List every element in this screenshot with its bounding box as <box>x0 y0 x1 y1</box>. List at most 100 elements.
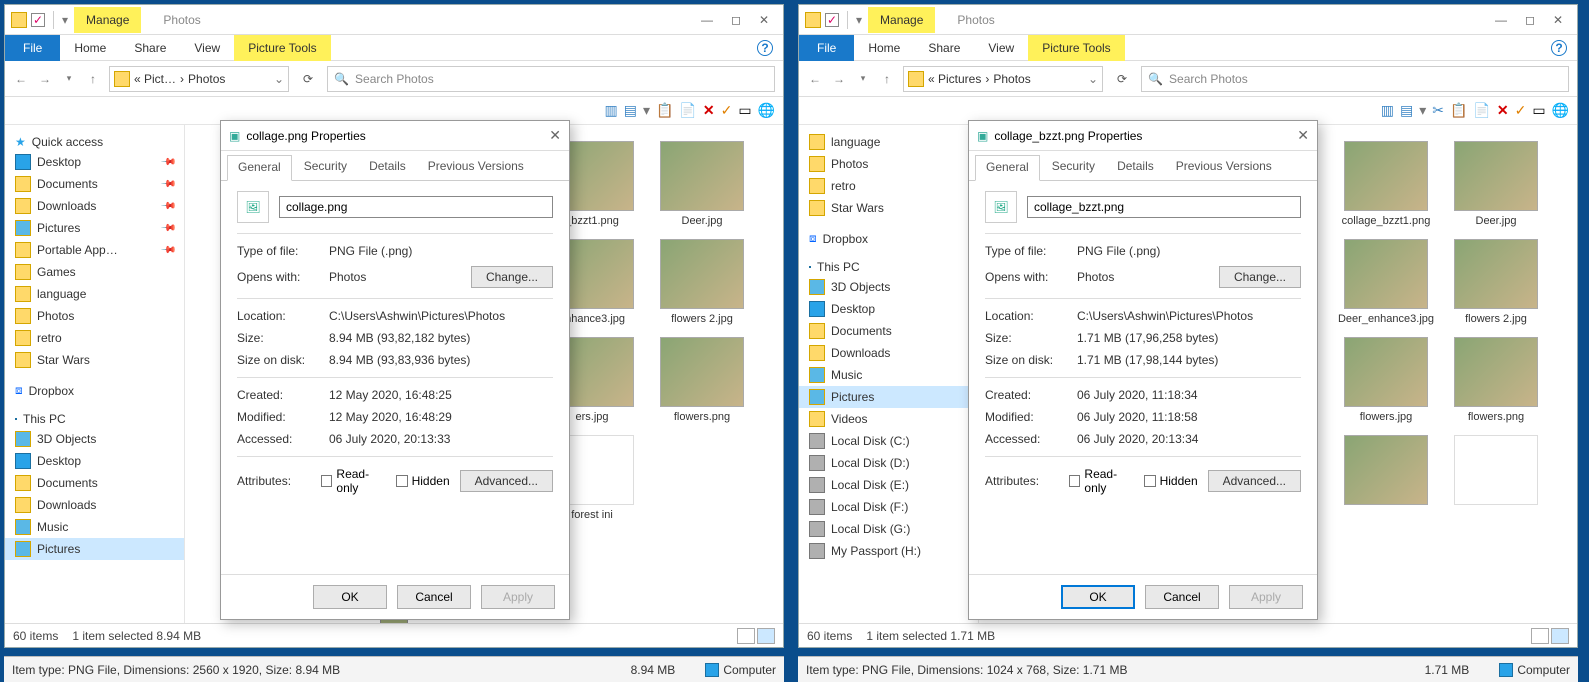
cut-icon[interactable]: ✂ <box>1432 102 1444 119</box>
breadcrumb[interactable]: « Pict… › Photos ⌄ <box>109 66 289 92</box>
tab-security[interactable]: Security <box>1042 155 1105 180</box>
sidebar-item-3dobjects[interactable]: 3D Objects <box>799 276 978 298</box>
dialog-title-bar[interactable]: ▣ collage_bzzt.png Properties ✕ <box>969 121 1317 151</box>
sidebar-item-desktop[interactable]: Desktop📌 <box>5 151 184 173</box>
sidebar-item-pictures[interactable]: Pictures <box>799 386 978 408</box>
sidebar-item-pc-documents[interactable]: Documents <box>5 472 184 494</box>
copy-icon[interactable]: 📋 <box>1450 102 1467 119</box>
qat-properties-icon[interactable]: ✓ <box>31 13 45 27</box>
file-tile[interactable]: flowers 2.jpg <box>653 239 751 325</box>
sidebar-item-music[interactable]: Music <box>799 364 978 386</box>
file-tile[interactable]: Deer.jpg <box>1447 141 1545 227</box>
cancel-button[interactable]: Cancel <box>1145 585 1219 609</box>
view-details-icon[interactable] <box>1531 628 1549 644</box>
refresh-icon[interactable]: ⟳ <box>297 72 319 86</box>
view-dropdown-icon[interactable]: ▾ <box>1419 102 1426 119</box>
ribbon-view[interactable]: View <box>180 35 234 61</box>
rename-icon[interactable]: ▭ <box>738 102 751 119</box>
ribbon-picture-tools[interactable]: Picture Tools <box>234 35 330 61</box>
check-icon[interactable]: ✓ <box>721 102 733 119</box>
navigation-tree[interactable]: ★Quick access Desktop📌 Documents📌 Downlo… <box>5 125 185 623</box>
sidebar-item-retro[interactable]: retro <box>799 175 978 197</box>
file-tile[interactable] <box>1447 435 1545 509</box>
sidebar-item-pc-music[interactable]: Music <box>5 516 184 538</box>
view-thumbs-icon[interactable] <box>757 628 775 644</box>
ok-button[interactable]: OK <box>313 585 387 609</box>
hidden-checkbox[interactable]: Hidden <box>396 474 450 488</box>
view-icon[interactable]: ▥ <box>1381 102 1394 119</box>
minimize-button[interactable]: — <box>1495 13 1507 27</box>
rename-icon[interactable]: ▭ <box>1532 102 1545 119</box>
ribbon-picture-tools[interactable]: Picture Tools <box>1028 35 1124 61</box>
tab-general[interactable]: General <box>975 155 1040 181</box>
copy-icon[interactable]: 📋 <box>656 102 673 119</box>
advanced-button[interactable]: Advanced... <box>460 470 553 492</box>
nav-back-icon[interactable]: ← <box>13 72 29 86</box>
maximize-button[interactable]: ◻ <box>1525 13 1535 27</box>
tab-security[interactable]: Security <box>294 155 357 180</box>
sidebar-item-disk-d[interactable]: Local Disk (D:) <box>799 452 978 474</box>
sidebar-item-starwars[interactable]: Star Wars <box>5 349 184 371</box>
maximize-button[interactable]: ◻ <box>731 13 741 27</box>
close-button[interactable]: ✕ <box>1553 13 1563 27</box>
nav-back-icon[interactable]: ← <box>807 72 823 86</box>
ribbon-share[interactable]: Share <box>120 35 180 61</box>
chevron-down-icon[interactable]: ⌄ <box>274 72 284 86</box>
quick-access-group[interactable]: ★Quick access <box>5 131 184 151</box>
paste-icon[interactable]: 📄 <box>1473 102 1490 119</box>
view-icon[interactable]: ▤ <box>1400 102 1413 119</box>
nav-forward-icon[interactable]: → <box>37 72 53 86</box>
tab-details[interactable]: Details <box>359 155 416 180</box>
paste-icon[interactable]: 📄 <box>679 102 696 119</box>
navigation-tree[interactable]: language Photos retro Star Wars ⧈Dropbox… <box>799 125 979 623</box>
sidebar-item-downloads[interactable]: Downloads📌 <box>5 195 184 217</box>
sidebar-item-downloads[interactable]: Downloads <box>799 342 978 364</box>
filename-input[interactable] <box>1027 196 1301 218</box>
sidebar-item-pc-downloads[interactable]: Downloads <box>5 494 184 516</box>
dropbox-group[interactable]: ⧈Dropbox <box>799 227 978 248</box>
change-button[interactable]: Change... <box>1219 266 1301 288</box>
ribbon-share[interactable]: Share <box>914 35 974 61</box>
view-details-icon[interactable] <box>737 628 755 644</box>
file-tile[interactable]: collage_bzzt1.png <box>1337 141 1435 227</box>
file-tile[interactable]: flowers.jpg <box>1337 337 1435 423</box>
sidebar-item-passport[interactable]: My Passport (H:) <box>799 540 978 562</box>
sidebar-item-starwars[interactable]: Star Wars <box>799 197 978 219</box>
cancel-button[interactable]: Cancel <box>397 585 471 609</box>
thispc-group[interactable]: This PC <box>799 256 978 276</box>
view-dropdown-icon[interactable]: ▾ <box>643 102 650 119</box>
close-icon[interactable]: ✕ <box>549 127 561 144</box>
filename-input[interactable] <box>279 196 553 218</box>
sidebar-item-disk-c[interactable]: Local Disk (C:) <box>799 430 978 452</box>
sidebar-item-documents[interactable]: Documents📌 <box>5 173 184 195</box>
nav-history-icon[interactable]: ▾ <box>61 73 77 84</box>
apply-button[interactable]: Apply <box>1229 585 1303 609</box>
view-thumbs-icon[interactable] <box>1551 628 1569 644</box>
ribbon-context-manage[interactable]: Manage <box>74 7 141 33</box>
sidebar-item-pictures[interactable]: Pictures📌 <box>5 217 184 239</box>
file-tile[interactable] <box>1337 435 1435 509</box>
sidebar-item-disk-f[interactable]: Local Disk (F:) <box>799 496 978 518</box>
delete-icon[interactable]: ✕ <box>703 102 715 119</box>
close-icon[interactable]: ✕ <box>1297 127 1309 144</box>
view-icon[interactable]: ▥ <box>604 102 617 119</box>
apply-button[interactable]: Apply <box>481 585 555 609</box>
readonly-checkbox[interactable]: Read-only <box>1069 467 1133 495</box>
dropbox-group[interactable]: ⧈Dropbox <box>5 379 184 400</box>
nav-up-icon[interactable]: ↑ <box>879 72 895 86</box>
tab-details[interactable]: Details <box>1107 155 1164 180</box>
qat-dropdown-icon[interactable]: ▾ <box>62 13 68 27</box>
file-menu[interactable]: File <box>5 35 60 61</box>
tab-previous-versions[interactable]: Previous Versions <box>418 155 534 180</box>
advanced-button[interactable]: Advanced... <box>1208 470 1301 492</box>
ribbon-home[interactable]: Home <box>854 35 914 61</box>
hidden-checkbox[interactable]: Hidden <box>1144 474 1198 488</box>
sidebar-item-disk-g[interactable]: Local Disk (G:) <box>799 518 978 540</box>
view-icon[interactable]: ▤ <box>624 102 637 119</box>
check-icon[interactable]: ✓ <box>1515 102 1527 119</box>
help-icon[interactable]: ? <box>757 40 773 56</box>
nav-up-icon[interactable]: ↑ <box>85 72 101 86</box>
file-tile[interactable]: Deer.jpg <box>653 141 751 227</box>
search-input[interactable]: 🔍 Search Photos <box>1141 66 1569 92</box>
sidebar-item-language[interactable]: language <box>5 283 184 305</box>
